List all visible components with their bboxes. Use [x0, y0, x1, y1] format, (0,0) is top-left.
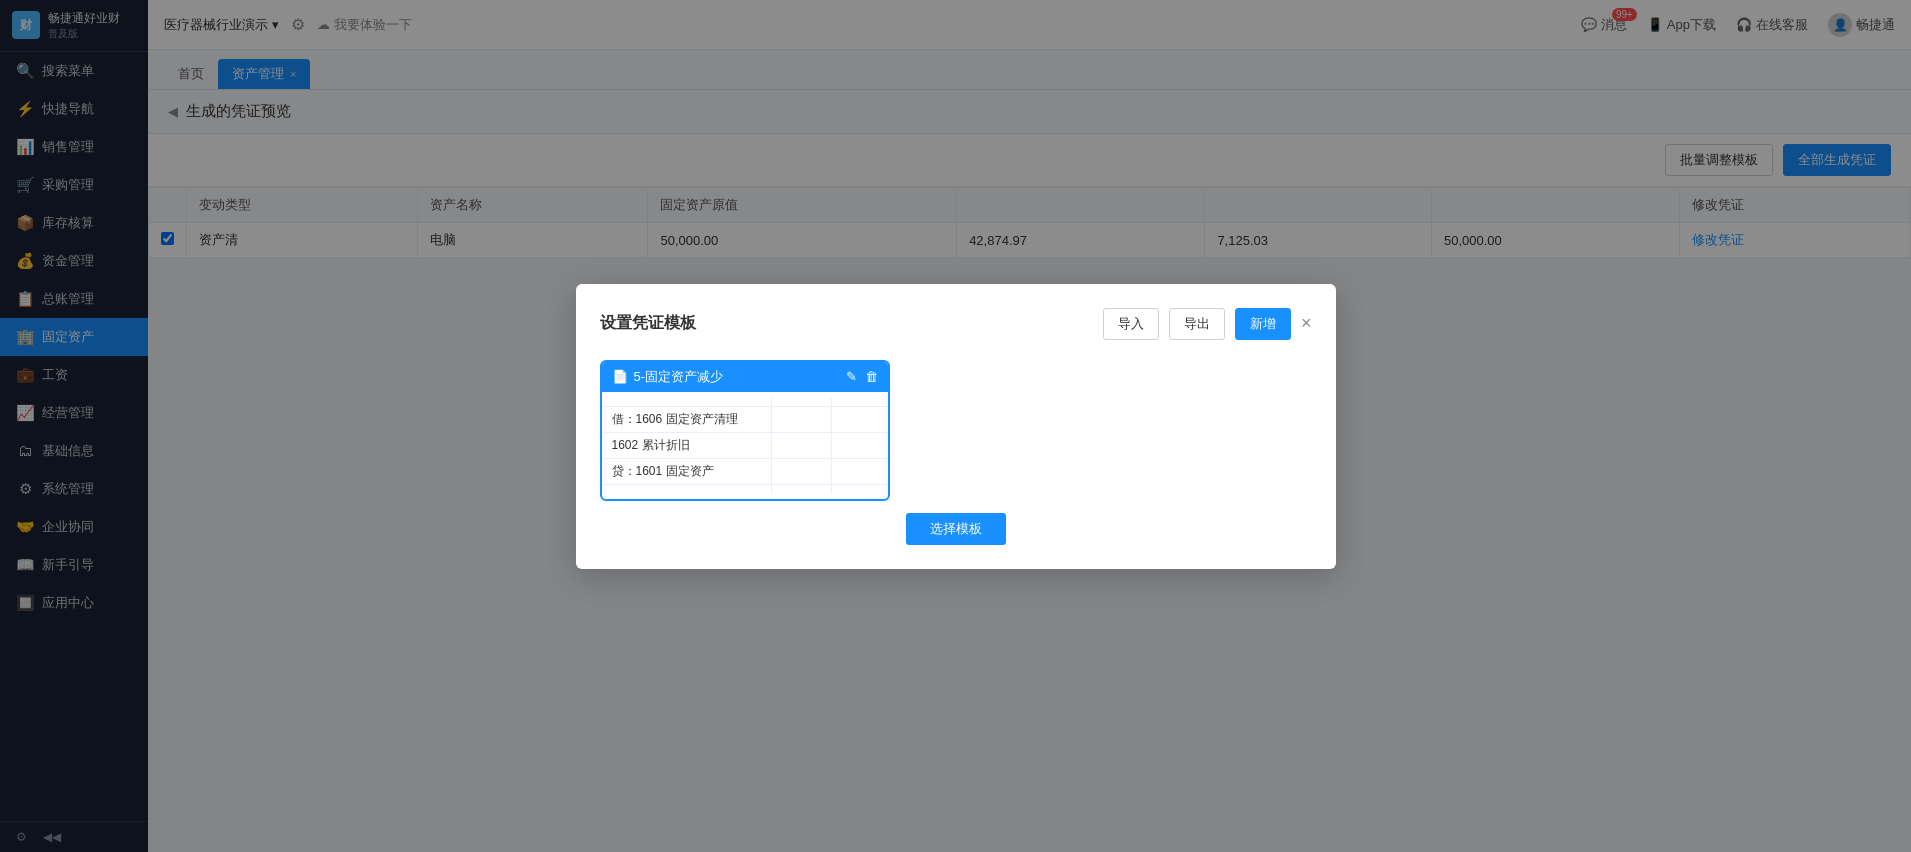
template-row-3: 贷：1601 固定资产: [602, 459, 888, 485]
template-account-4: [602, 485, 772, 493]
import-btn[interactable]: 导入: [1103, 308, 1159, 340]
template-row-2: 1602 累计折旧: [602, 433, 888, 459]
template-delete-icon[interactable]: 🗑: [865, 369, 878, 384]
template-debit-3: [772, 459, 832, 484]
template-credit-4: [832, 485, 890, 493]
dialog-title: 设置凭证模板: [600, 313, 696, 334]
dialog-header: 设置凭证模板 导入 导出 新增 ×: [600, 308, 1312, 340]
template-debit-2: [772, 433, 832, 458]
template-debit-1: [772, 407, 832, 432]
template-credit-1: [832, 407, 890, 432]
template-row-4: [602, 485, 888, 493]
template-account-1: 借：1606 固定资产清理: [602, 407, 772, 432]
dialog-actions: 导入 导出 新增: [1103, 308, 1291, 340]
template-card: 📄 5-固定资产减少 ✎ 🗑 借：1606 固定资产清理: [600, 360, 890, 501]
template-col-credit: [832, 398, 890, 406]
template-row-1: 借：1606 固定资产清理: [602, 407, 888, 433]
template-card-body: 借：1606 固定资产清理 1602 累计折旧 贷：1601 固定资产: [602, 392, 888, 499]
template-card-title-area: 📄 5-固定资产减少: [612, 368, 724, 386]
template-file-icon: 📄: [612, 369, 628, 384]
dialog-close-btn[interactable]: ×: [1301, 313, 1312, 334]
template-edit-icon[interactable]: ✎: [846, 369, 857, 384]
template-col-account: [602, 398, 772, 406]
template-card-header: 📄 5-固定资产减少 ✎ 🗑: [602, 362, 888, 392]
export-btn[interactable]: 导出: [1169, 308, 1225, 340]
template-account-3: 贷：1601 固定资产: [602, 459, 772, 484]
template-row-header: [602, 398, 888, 407]
template-col-debit: [772, 398, 832, 406]
new-btn[interactable]: 新增: [1235, 308, 1291, 340]
template-account-2: 1602 累计折旧: [602, 433, 772, 458]
set-template-dialog: 设置凭证模板 导入 导出 新增 × 📄 5-固定资产减少 ✎ 🗑: [576, 284, 1336, 569]
template-credit-2: [832, 433, 890, 458]
template-name: 5-固定资产减少: [634, 368, 724, 386]
template-debit-4: [772, 485, 832, 493]
select-template-btn[interactable]: 选择模板: [906, 513, 1006, 545]
dialog-overlay: 设置凭证模板 导入 导出 新增 × 📄 5-固定资产减少 ✎ 🗑: [0, 0, 1911, 852]
template-card-icons: ✎ 🗑: [846, 369, 878, 384]
template-credit-3: [832, 459, 890, 484]
